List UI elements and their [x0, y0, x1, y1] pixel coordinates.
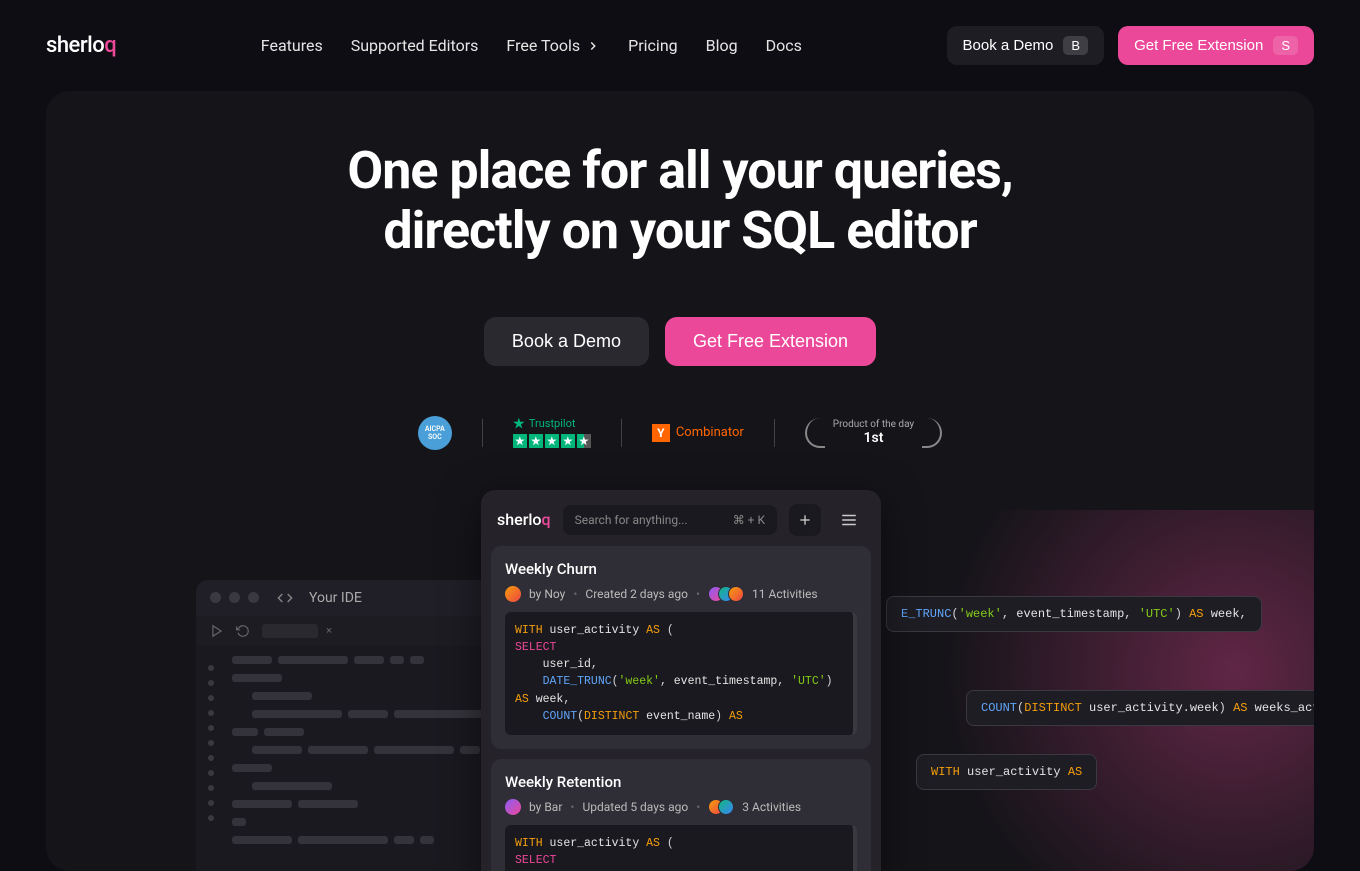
add-button[interactable] [789, 504, 821, 536]
search-input[interactable]: Search for anything... ⌘ + K [563, 505, 777, 535]
logo-suffix: q [104, 33, 116, 58]
avatar-icon [728, 586, 744, 602]
code-block: WITH user_activity AS ( SELECT user_id, … [505, 825, 857, 871]
nav-docs[interactable]: Docs [766, 36, 802, 55]
divider [621, 419, 622, 447]
window-dot [210, 592, 221, 603]
code-snippet: E_TRUNC('week', event_timestamp, 'UTC') … [886, 596, 1262, 632]
star-icon [513, 418, 525, 430]
panel-logo: sherloq [497, 510, 551, 529]
search-placeholder: Search for anything... [575, 513, 688, 527]
soc-badge: AICPA SOC [418, 416, 452, 450]
chevron-right-icon [586, 39, 600, 53]
menu-button[interactable] [833, 504, 865, 536]
hero-line2: directly on your SQL editor [46, 201, 1314, 261]
query-title: Weekly Retention [505, 773, 857, 791]
nav-blog[interactable]: Blog [706, 36, 738, 55]
divider [482, 419, 483, 447]
query-card[interactable]: Weekly Retention by Bar • Updated 5 days… [491, 759, 871, 871]
nav-pricing[interactable]: Pricing [628, 36, 678, 55]
query-meta: by Bar • Updated 5 days ago • 3 Activiti… [505, 799, 857, 815]
yc-icon: Y [652, 424, 670, 442]
hero-section: One place for all your queries, directly… [46, 91, 1314, 871]
get-extension-label: Get Free Extension [1134, 37, 1263, 54]
ide-title: Your IDE [309, 590, 362, 606]
extension-kbd: S [1273, 36, 1298, 55]
window-dot [248, 592, 259, 603]
hero-demo-button[interactable]: Book a Demo [484, 317, 649, 366]
logo-prefix: sherlo [46, 33, 104, 58]
workspace-preview: Your IDE × [46, 490, 1314, 871]
get-extension-button[interactable]: Get Free Extension S [1118, 26, 1314, 65]
code-snippet: WITH user_activity AS [916, 754, 1097, 790]
ycombinator-badge: Y Combinator [652, 424, 744, 442]
search-kbd: ⌘ + K [733, 513, 765, 527]
book-demo-label: Book a Demo [963, 37, 1054, 54]
panel-header: sherloq Search for anything... ⌘ + K [491, 500, 871, 546]
hero-line1: One place for all your queries, [46, 141, 1314, 201]
avatar-icon [718, 799, 734, 815]
query-card[interactable]: Weekly Churn by Noy • Created 2 days ago… [491, 546, 871, 750]
laurel-icon [805, 418, 825, 448]
nav-editors[interactable]: Supported Editors [351, 36, 479, 55]
code-snippet: COUNT(DISTINCT user_activity.week) AS we… [966, 690, 1314, 726]
demo-kbd: B [1063, 36, 1088, 55]
code-block: WITH user_activity AS ( SELECT user_id, … [505, 612, 857, 736]
divider [774, 419, 775, 447]
hero-title: One place for all your queries, directly… [46, 141, 1314, 261]
close-icon: × [326, 624, 332, 637]
nav-actions: Book a Demo B Get Free Extension S [947, 26, 1314, 65]
nav-links: Features Supported Editors Free Tools Pr… [261, 36, 802, 55]
nav-features[interactable]: Features [261, 36, 323, 55]
history-icon [236, 624, 250, 638]
hero-cta-row: Book a Demo Get Free Extension [46, 317, 1314, 366]
logo[interactable]: sherloq [46, 33, 116, 58]
code-icon [277, 590, 293, 606]
query-title: Weekly Churn [505, 560, 857, 578]
top-nav: sherloq Features Supported Editors Free … [0, 0, 1360, 91]
sherloq-panel: sherloq Search for anything... ⌘ + K Wee… [481, 490, 881, 871]
avatar-icon [505, 586, 521, 602]
query-meta: by Noy • Created 2 days ago • 11 Activit… [505, 586, 857, 602]
laurel-icon [922, 418, 942, 448]
avatar-icon [505, 799, 521, 815]
producthunt-badge: Product of the day 1st [805, 418, 942, 448]
play-icon [210, 624, 224, 638]
window-dot [229, 592, 240, 603]
hero-extension-button[interactable]: Get Free Extension [665, 317, 876, 366]
ide-tab: × [262, 624, 318, 638]
book-demo-button[interactable]: Book a Demo B [947, 26, 1105, 65]
trust-badges: AICPA SOC Trustpilot Y Combinator Produc… [46, 416, 1314, 450]
trustpilot-badge: Trustpilot [513, 417, 591, 448]
nav-tools[interactable]: Free Tools [506, 36, 600, 55]
